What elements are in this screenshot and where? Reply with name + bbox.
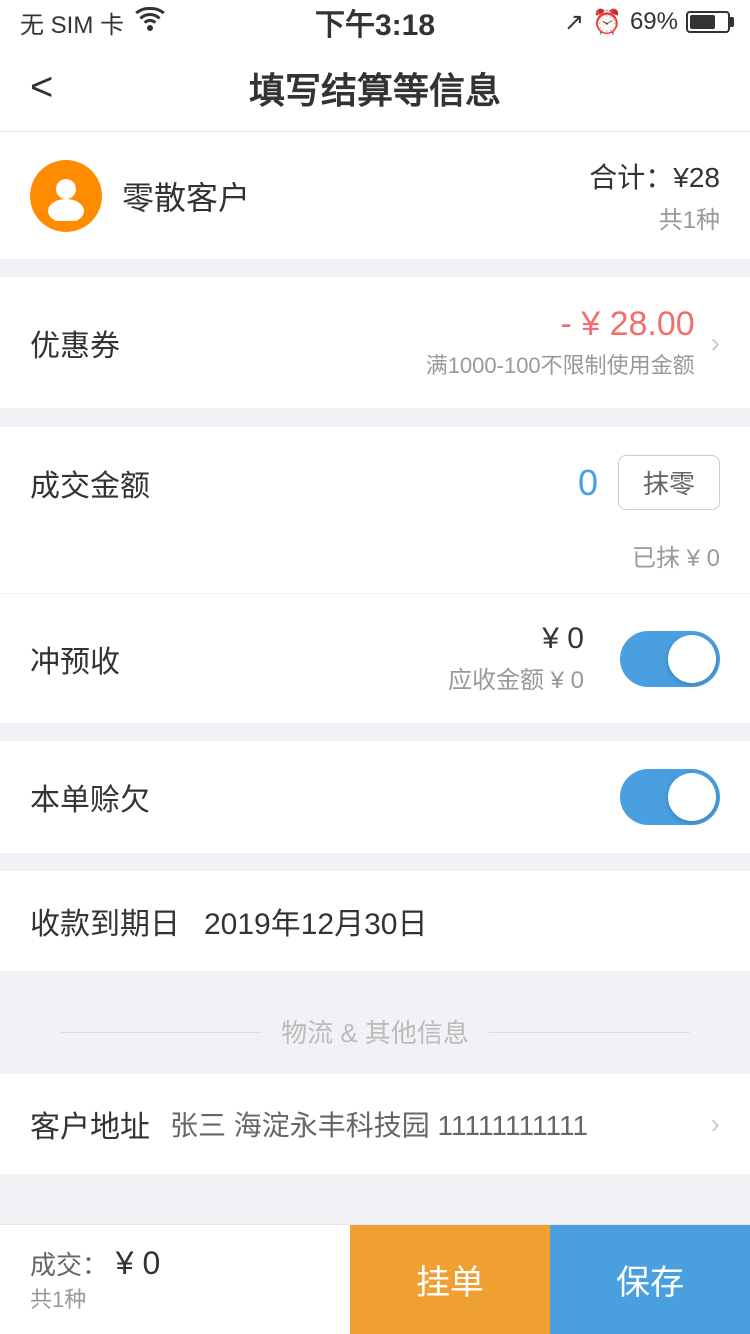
logistics-header-text: 物流 & 其他信息	[261, 1018, 489, 1048]
due-date-value: 2019年12月30日	[204, 899, 427, 943]
due-date-label: 收款到期日	[30, 899, 180, 943]
credit-label: 本单赊欠	[30, 775, 150, 819]
credit-toggle[interactable]	[620, 769, 720, 825]
page-title: 填写结算等信息	[249, 62, 501, 114]
address-chevron-icon: ›	[711, 1108, 720, 1140]
customer-row: 零散客户 合计：¥28 共1种	[0, 132, 750, 259]
bottom-deal-label: 成交：	[30, 1250, 108, 1280]
prepay-info: ¥ 0 应收金额 ¥ 0	[448, 622, 584, 695]
battery-icon	[686, 11, 730, 33]
total-count: 共1种	[589, 200, 720, 235]
content: 零散客户 合计：¥28 共1种 优惠券 - ¥ 28.00 满1000-100不…	[0, 132, 750, 1312]
already-rounded-text: 已抹 ¥ 0	[0, 538, 750, 593]
chevron-right-icon: ›	[711, 327, 720, 359]
hold-button[interactable]: 挂单	[350, 1225, 550, 1334]
status-bar: 无 SIM 卡 下午3:18 ↗ ⏰ 69%	[0, 0, 750, 44]
prepay-amount: ¥ 0	[448, 622, 584, 656]
status-left: 无 SIM 卡	[20, 5, 166, 40]
status-right: ↗ ⏰ 69%	[564, 8, 730, 37]
credit-section: 本单赊欠	[0, 741, 750, 853]
due-date-section: 收款到期日 2019年12月30日	[0, 871, 750, 971]
bottom-bar: 成交： ¥ 0 共1种 挂单 保存	[0, 1224, 750, 1334]
bottom-deal-row: 成交： ¥ 0	[30, 1245, 320, 1282]
address-value: 张三 海淀永丰科技园 11111111111	[170, 1104, 711, 1144]
status-time: 下午3:18	[315, 0, 435, 44]
coupon-description: 满1000-100不限制使用金额	[426, 348, 695, 380]
save-button[interactable]: 保存	[550, 1225, 750, 1334]
round-button[interactable]: 抹零	[618, 455, 720, 510]
coupon-right: - ¥ 28.00 满1000-100不限制使用金额 ›	[426, 305, 720, 380]
prepay-row: 冲预收 ¥ 0 应收金额 ¥ 0	[0, 593, 750, 723]
toggle-thumb	[668, 635, 716, 683]
coupon-amount: - ¥ 28.00	[426, 305, 695, 344]
total-amount: 合计：¥28	[589, 156, 720, 196]
customer-name: 零散客户	[122, 173, 250, 219]
transaction-value: 0 抹零	[518, 455, 720, 510]
transaction-row: 成交金额 0 抹零	[0, 427, 750, 538]
location-icon: ↗	[564, 8, 584, 37]
battery-percentage: 69%	[630, 8, 678, 36]
coupon-section: 优惠券 - ¥ 28.00 满1000-100不限制使用金额 ›	[0, 277, 750, 409]
prepay-label: 冲预收	[30, 637, 120, 681]
transaction-label: 成交金额	[30, 461, 150, 505]
wifi-icon	[134, 7, 166, 38]
carrier-text: 无 SIM 卡	[20, 5, 124, 40]
bottom-amount: ¥ 0	[116, 1245, 160, 1281]
coupon-details: - ¥ 28.00 满1000-100不限制使用金额	[426, 305, 695, 380]
credit-toggle-thumb	[668, 773, 716, 821]
due-date-row: 收款到期日 2019年12月30日	[30, 899, 720, 943]
prepay-right: ¥ 0 应收金额 ¥ 0	[448, 622, 720, 695]
avatar	[30, 160, 102, 232]
alarm-icon: ⏰	[592, 8, 622, 37]
bottom-info: 成交： ¥ 0 共1种	[0, 1245, 350, 1314]
coupon-label: 优惠券	[30, 321, 120, 365]
back-button[interactable]: <	[30, 65, 53, 110]
coupon-row[interactable]: 优惠券 - ¥ 28.00 满1000-100不限制使用金额 ›	[0, 277, 750, 409]
nav-bar: < 填写结算等信息	[0, 44, 750, 132]
logistics-header: 物流 & 其他信息	[0, 989, 750, 1074]
address-label: 客户地址	[30, 1102, 150, 1146]
customer-total: 合计：¥28 共1种	[589, 156, 720, 235]
address-row[interactable]: 客户地址 张三 海淀永丰科技园 11111111111 ›	[0, 1074, 750, 1174]
prepay-toggle[interactable]	[620, 631, 720, 687]
transaction-amount[interactable]: 0	[518, 462, 598, 504]
customer-left: 零散客户	[30, 160, 250, 232]
transaction-section: 成交金额 0 抹零 已抹 ¥ 0 冲预收 ¥ 0 应收金额 ¥ 0	[0, 427, 750, 723]
bottom-count: 共1种	[30, 1282, 320, 1314]
prepay-receivable: 应收金额 ¥ 0	[448, 660, 584, 695]
